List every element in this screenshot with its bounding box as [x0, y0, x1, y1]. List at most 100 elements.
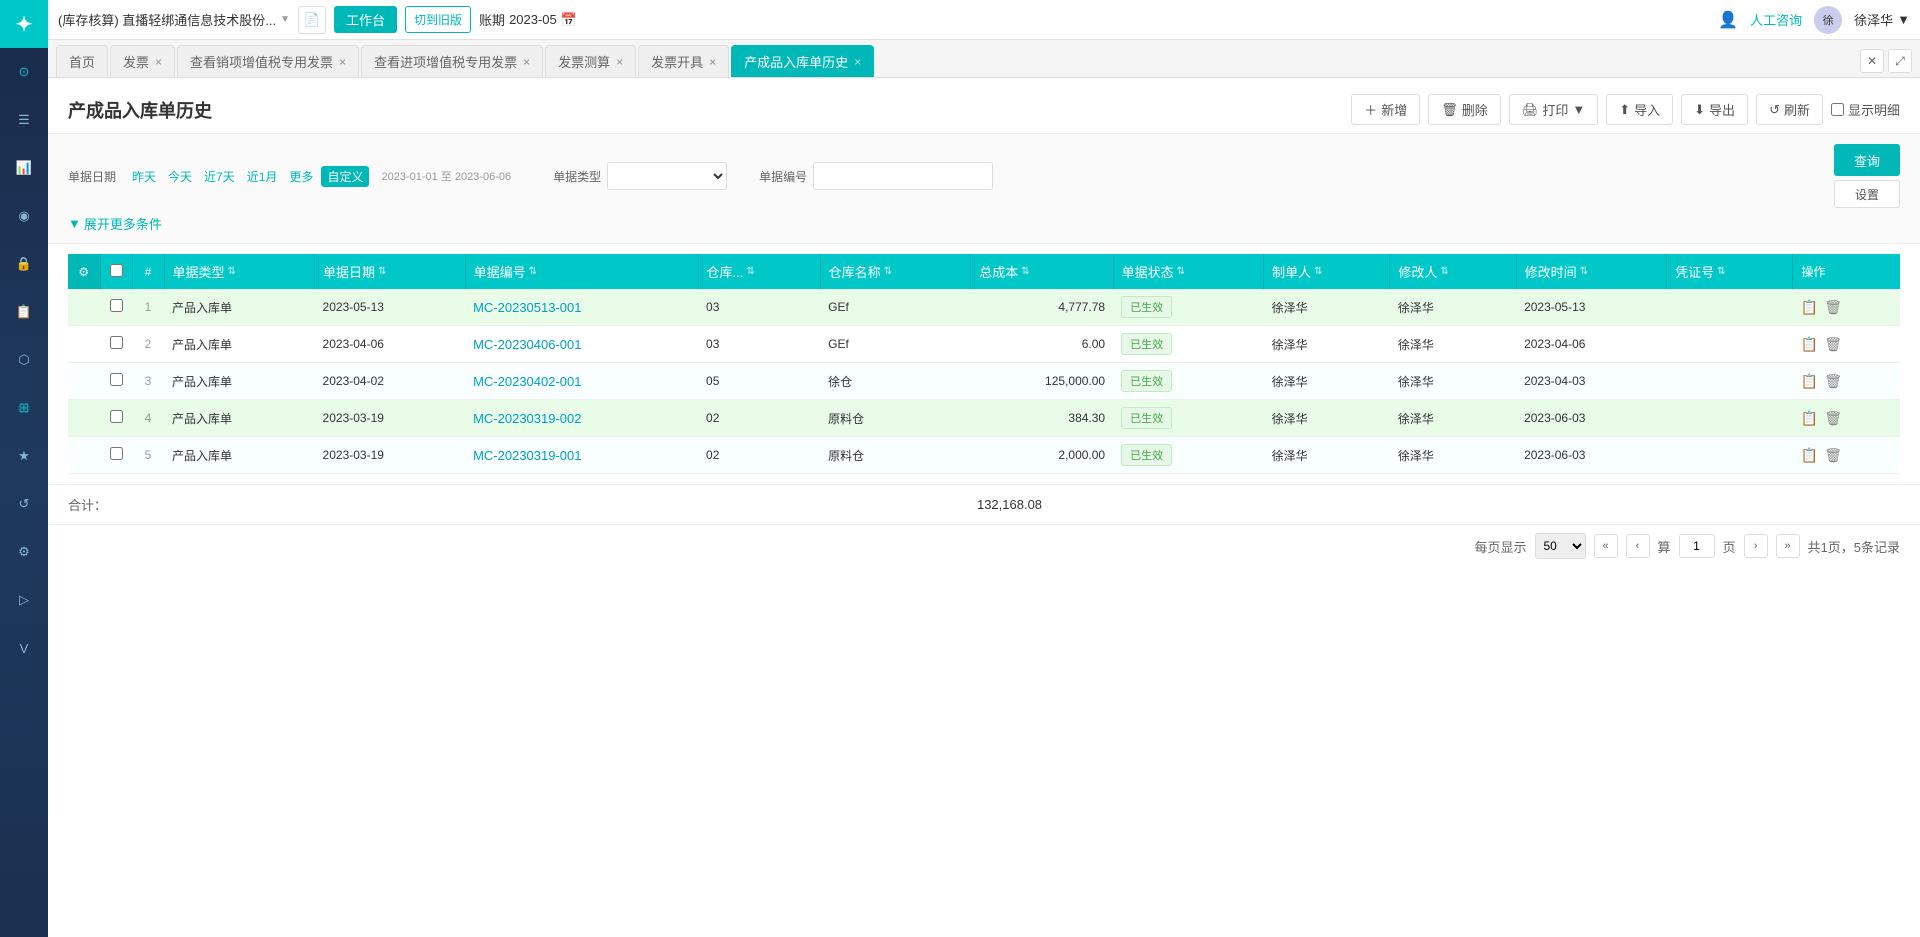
company-selector[interactable]: (库存核算) 直播轻绑通信息技术股份... ▼ [58, 10, 290, 29]
th-warehouse-code[interactable]: 仓库...⇅ [698, 254, 820, 289]
tab-sales-invoice-close[interactable]: × [339, 55, 346, 69]
workbench-button[interactable]: 工作台 [334, 6, 397, 33]
user-name[interactable]: 徐泽华 ▼ [1854, 10, 1910, 29]
switch-old-button[interactable]: 切到旧版 [405, 6, 471, 33]
row-bill-no-2[interactable]: MC-20230402-001 [465, 363, 698, 400]
row-bill-no-1[interactable]: MC-20230406-001 [465, 326, 698, 363]
tab-sales-invoice[interactable]: 查看销项增值税专用发票 × [177, 45, 359, 77]
tab-purchase-invoice-close[interactable]: × [523, 55, 530, 69]
tab-home[interactable]: 首页 [56, 45, 108, 77]
bill-no-link-0[interactable]: MC-20230513-001 [473, 300, 581, 315]
bill-no-input[interactable] [813, 162, 993, 190]
th-bill-no[interactable]: 单据编号⇅ [465, 254, 698, 289]
th-warehouse-name[interactable]: 仓库名称⇅ [820, 254, 971, 289]
sidebar-item-refresh[interactable]: ↺ [0, 480, 48, 528]
first-page-btn[interactable]: « [1594, 534, 1618, 558]
yesterday-shortcut[interactable]: 昨天 [128, 166, 160, 187]
set-button[interactable]: 设置 [1834, 180, 1900, 208]
current-page-input[interactable] [1679, 534, 1715, 558]
doc-icon-btn[interactable]: 📄 [298, 6, 326, 34]
row-edit-icon-0[interactable]: 📋 [1801, 299, 1818, 316]
close-all-btn[interactable]: ✕ [1860, 49, 1884, 73]
tab-product-history-close[interactable]: × [854, 55, 861, 69]
help-label[interactable]: 人工咨询 [1750, 10, 1802, 29]
display-detail-checkbox[interactable] [1831, 103, 1844, 116]
app-logo[interactable]: ✦ [0, 0, 48, 48]
sidebar-item-play[interactable]: ▷ [0, 576, 48, 624]
bill-no-link-1[interactable]: MC-20230406-001 [473, 337, 581, 352]
sidebar-item-clipboard[interactable]: 📋 [0, 288, 48, 336]
tab-invoice[interactable]: 发票 × [110, 45, 175, 77]
tab-invoice-close[interactable]: × [155, 55, 162, 69]
week-shortcut[interactable]: 近7天 [200, 166, 239, 187]
th-bill-status[interactable]: 单据状态⇅ [1113, 254, 1264, 289]
row-bill-no-4[interactable]: MC-20230319-001 [465, 437, 698, 474]
today-shortcut[interactable]: 今天 [164, 166, 196, 187]
row-checkbox-4[interactable] [110, 447, 123, 460]
sidebar-item-home[interactable]: ⊙ [0, 48, 48, 96]
tab-invoice-calc-close[interactable]: × [616, 55, 623, 69]
tab-product-history[interactable]: 产成品入库单历史 × [731, 45, 874, 77]
row-checkbox-0[interactable] [110, 299, 123, 312]
th-creator[interactable]: 制单人⇅ [1264, 254, 1390, 289]
custom-shortcut[interactable]: 自定义 [321, 166, 369, 187]
row-delete-icon-4[interactable]: 🗑 [1824, 447, 1842, 464]
query-button[interactable]: 查询 [1834, 144, 1900, 176]
tab-invoice-open-close[interactable]: × [709, 55, 716, 69]
row-bill-date-0: 2023-05-13 [315, 289, 466, 326]
sidebar-item-settings[interactable]: ⚙ [0, 528, 48, 576]
row-checkbox-3[interactable] [110, 410, 123, 423]
th-voucher-no[interactable]: 凭证号⇅ [1667, 254, 1793, 289]
th-bill-date[interactable]: 单据日期⇅ [315, 254, 466, 289]
row-delete-icon-1[interactable]: 🗑 [1824, 336, 1842, 353]
import-button[interactable]: ⬆ 导入 [1606, 94, 1673, 125]
th-settings[interactable]: ⚙ [68, 254, 100, 289]
row-bill-no-3[interactable]: MC-20230319-002 [465, 400, 698, 437]
last-page-btn[interactable]: » [1776, 534, 1800, 558]
next-page-btn[interactable]: › [1744, 534, 1768, 558]
prev-page-btn[interactable]: ‹ [1626, 534, 1650, 558]
export-button[interactable]: ⬇ 导出 [1681, 94, 1748, 125]
per-page-select[interactable]: 50 100 [1535, 533, 1586, 559]
bill-no-link-3[interactable]: MC-20230319-002 [473, 411, 581, 426]
bill-no-link-2[interactable]: MC-20230402-001 [473, 374, 581, 389]
refresh-button[interactable]: ↺ 刷新 [1756, 94, 1823, 125]
tab-invoice-open[interactable]: 发票开具 × [638, 45, 729, 77]
row-bill-no-0[interactable]: MC-20230513-001 [465, 289, 698, 326]
tab-invoice-calc[interactable]: 发票测算 × [545, 45, 636, 77]
th-modifier[interactable]: 修改人⇅ [1390, 254, 1516, 289]
sidebar-item-menu[interactable]: ☰ [0, 96, 48, 144]
row-delete-icon-2[interactable]: 🗑 [1824, 373, 1842, 390]
print-button[interactable]: 🖨 打印 ▼ [1509, 94, 1598, 125]
th-bill-type[interactable]: 单据类型⇅ [164, 254, 315, 289]
sidebar-item-hex[interactable]: ⬡ [0, 336, 48, 384]
expand-filter-btn[interactable]: ▼ 展开更多条件 [68, 214, 1900, 233]
row-checkbox-1[interactable] [110, 336, 123, 349]
month-shortcut[interactable]: 近1月 [243, 166, 282, 187]
row-edit-icon-2[interactable]: 📋 [1801, 373, 1818, 390]
sidebar-item-chart[interactable]: 📊 [0, 144, 48, 192]
sidebar-item-circle[interactable]: ◉ [0, 192, 48, 240]
bill-type-select[interactable] [607, 162, 727, 190]
row-edit-icon-3[interactable]: 📋 [1801, 410, 1818, 427]
select-all-checkbox[interactable] [110, 264, 123, 277]
more-shortcut[interactable]: 更多 [285, 166, 317, 187]
sidebar-item-grid[interactable]: ⊞ [0, 384, 48, 432]
th-modify-time[interactable]: 修改时间⇅ [1516, 254, 1667, 289]
delete-button[interactable]: 🗑 删除 [1428, 94, 1501, 125]
th-total-cost[interactable]: 总成本⇅ [971, 254, 1113, 289]
sidebar-item-star[interactable]: ★ [0, 432, 48, 480]
bill-no-link-4[interactable]: MC-20230319-001 [473, 448, 581, 463]
maximize-btn[interactable]: ⤢ [1888, 49, 1912, 73]
sidebar-item-v[interactable]: V [0, 624, 48, 672]
row-checkbox-2[interactable] [110, 373, 123, 386]
tab-purchase-invoice[interactable]: 查看进项增值税专用发票 × [361, 45, 543, 77]
row-total-cost-1: 6.00 [971, 326, 1113, 363]
calendar-icon[interactable]: 📅 [561, 12, 577, 28]
row-delete-icon-3[interactable]: 🗑 [1824, 410, 1842, 427]
new-button[interactable]: ＋ 新增 [1351, 94, 1420, 125]
row-edit-icon-1[interactable]: 📋 [1801, 336, 1818, 353]
row-delete-icon-0[interactable]: 🗑 [1824, 299, 1842, 316]
row-edit-icon-4[interactable]: 📋 [1801, 447, 1818, 464]
sidebar-item-lock[interactable]: 🔒 [0, 240, 48, 288]
